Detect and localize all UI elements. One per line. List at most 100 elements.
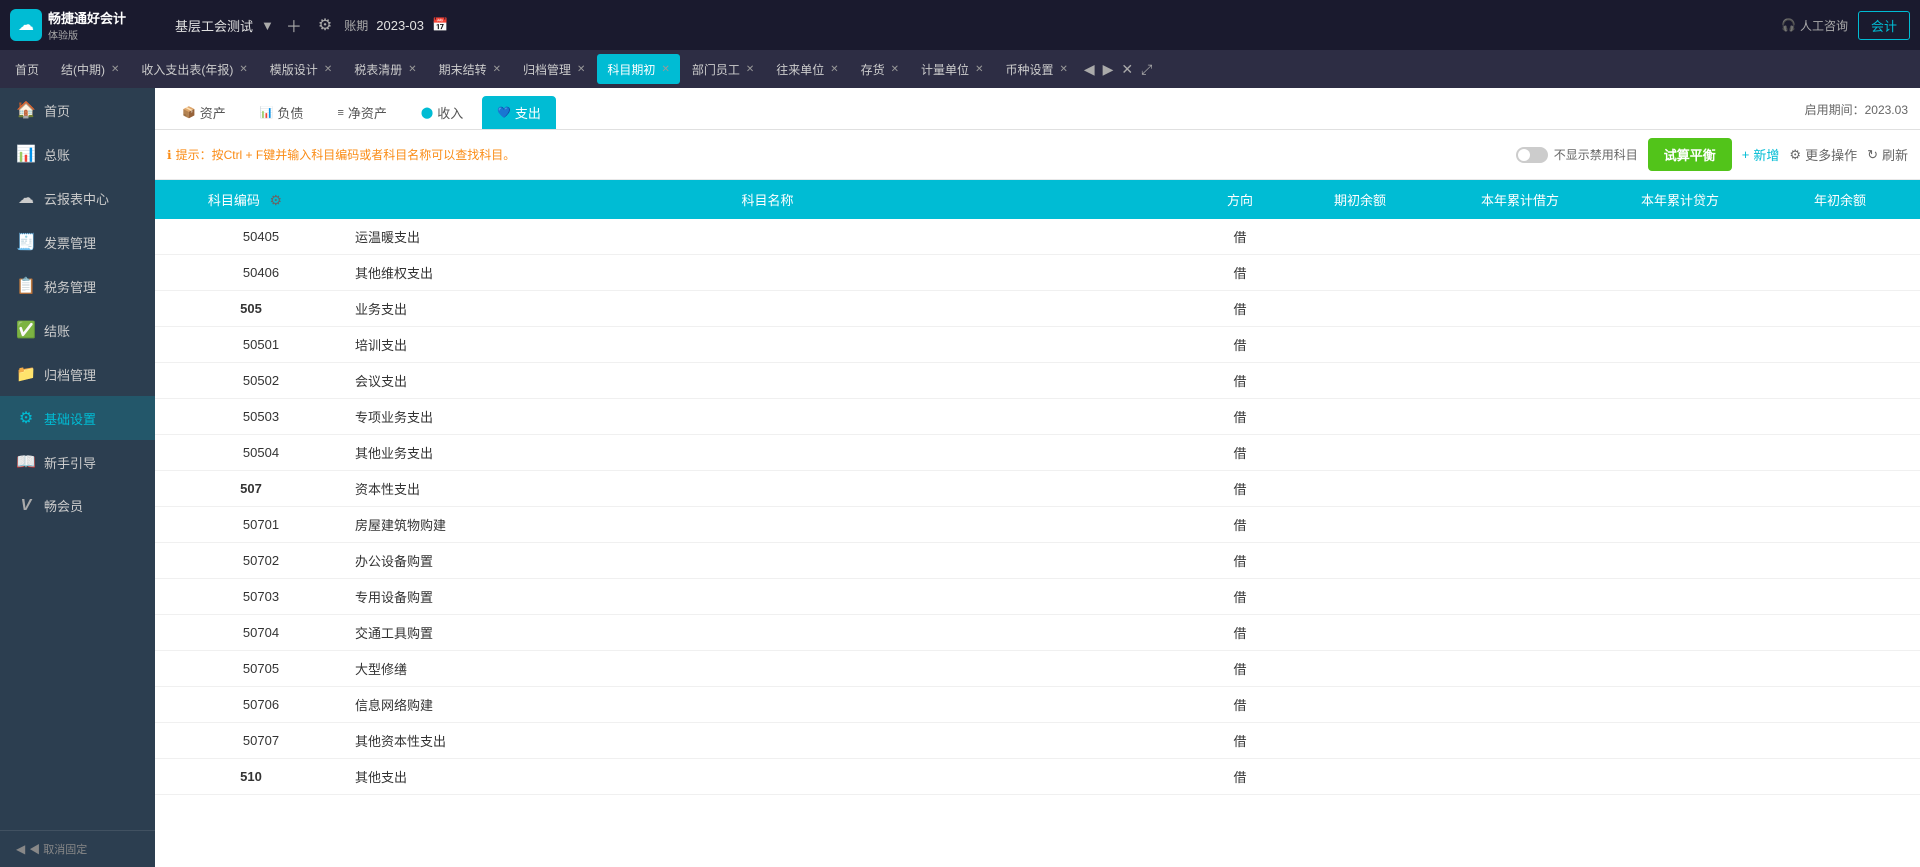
disable-toggle[interactable] bbox=[1516, 147, 1548, 163]
tab-next-btn[interactable]: ▶ bbox=[1099, 57, 1118, 82]
cell-code-15: 510 bbox=[155, 759, 335, 795]
tab-customer[interactable]: 往来单位 ✕ bbox=[766, 54, 848, 84]
balance-button[interactable]: 试算平衡 bbox=[1648, 138, 1732, 171]
tab-template-close[interactable]: ✕ bbox=[324, 64, 332, 75]
sub-tab-income[interactable]: ⬤ 收入 bbox=[406, 96, 478, 129]
sidebar-item-invoice[interactable]: 🧾 发票管理 bbox=[0, 220, 155, 264]
table-row[interactable]: 50405 运温暖支出 借 bbox=[155, 219, 1920, 255]
table-row[interactable]: 50702 办公设备购置 借 bbox=[155, 543, 1920, 579]
sidebar-item-ledger[interactable]: 📊 总账 bbox=[0, 132, 155, 176]
table-row[interactable]: 510 其他支出 借 bbox=[155, 759, 1920, 795]
tab-template[interactable]: 模版设计 ✕ bbox=[260, 54, 342, 84]
cell-ytd-credit-15 bbox=[1600, 759, 1760, 795]
table-row[interactable]: 50704 交通工具购置 借 bbox=[155, 615, 1920, 651]
cell-ytd-debit-12 bbox=[1440, 651, 1600, 687]
tab-currency-close[interactable]: ✕ bbox=[1059, 64, 1067, 75]
table-row[interactable]: 50501 培训支出 借 bbox=[155, 327, 1920, 363]
sidebar-item-guide[interactable]: 📖 新手引导 bbox=[0, 440, 155, 484]
table-row[interactable]: 50706 信息网络购建 借 bbox=[155, 687, 1920, 723]
customer-service-btn[interactable]: 🎧 人工咨询 bbox=[1781, 17, 1848, 34]
tab-annual[interactable]: 收入支出表(年报) ✕ bbox=[131, 54, 257, 84]
cell-ytd-debit-8 bbox=[1440, 507, 1600, 543]
account-button[interactable]: 会计 bbox=[1858, 11, 1910, 40]
tab-currency-label: 币种设置 bbox=[1005, 61, 1053, 78]
cell-name-3: 培训支出 bbox=[335, 327, 1200, 363]
sidebar-item-archive[interactable]: 📁 归档管理 bbox=[0, 352, 155, 396]
table-row[interactable]: 50705 大型修缮 借 bbox=[155, 651, 1920, 687]
cell-opening-6 bbox=[1280, 435, 1440, 471]
sidebar-collapse-btn[interactable]: ◀ ◀ 取消固定 bbox=[0, 830, 155, 867]
cell-ytd-debit-6 bbox=[1440, 435, 1600, 471]
cell-dir-13: 借 bbox=[1200, 687, 1280, 723]
home-icon: 🏠 bbox=[16, 100, 36, 120]
sub-tab-expense[interactable]: 💙 支出 bbox=[482, 96, 556, 129]
settings-icon[interactable]: ⚙ bbox=[314, 11, 336, 39]
tab-mid-period[interactable]: 结(中期) ✕ bbox=[51, 54, 129, 84]
sidebar-item-tax[interactable]: 📋 税务管理 bbox=[0, 264, 155, 308]
period-info: 启用期间：2023.03 bbox=[1805, 101, 1908, 124]
tab-archive[interactable]: 归档管理 ✕ bbox=[513, 54, 595, 84]
table-row[interactable]: 50504 其他业务支出 借 bbox=[155, 435, 1920, 471]
tab-dept-close[interactable]: ✕ bbox=[746, 64, 754, 75]
cell-name-13: 信息网络购建 bbox=[335, 687, 1200, 723]
code-settings-icon[interactable]: ⚙ bbox=[270, 192, 283, 208]
cell-code-11: 50704 bbox=[155, 615, 335, 651]
more-button[interactable]: ⚙ 更多操作 bbox=[1789, 145, 1857, 164]
table-row[interactable]: 507 资本性支出 借 bbox=[155, 471, 1920, 507]
tab-annual-close[interactable]: ✕ bbox=[239, 64, 247, 75]
table-row[interactable]: 50503 专项业务支出 借 bbox=[155, 399, 1920, 435]
cell-code-3: 50501 bbox=[155, 327, 335, 363]
cell-dir-9: 借 bbox=[1200, 543, 1280, 579]
tab-period-end[interactable]: 期末结转 ✕ bbox=[429, 54, 511, 84]
calendar-icon[interactable]: 📅 bbox=[432, 17, 448, 33]
cell-year-opening-11 bbox=[1760, 615, 1920, 651]
sidebar-item-close[interactable]: ✅ 结账 bbox=[0, 308, 155, 352]
company-dropdown[interactable]: ▼ bbox=[261, 18, 274, 33]
tab-close-all-btn[interactable]: ✕ bbox=[1117, 57, 1137, 82]
switch-thumb bbox=[1518, 149, 1530, 161]
add-button[interactable]: + 新增 bbox=[1742, 145, 1780, 164]
table-row[interactable]: 50502 会议支出 借 bbox=[155, 363, 1920, 399]
tab-archive-close[interactable]: ✕ bbox=[577, 64, 585, 75]
sub-tab-liability[interactable]: 📊 负债 bbox=[245, 96, 319, 129]
tab-mid-period-close[interactable]: ✕ bbox=[111, 64, 119, 75]
table-row[interactable]: 50707 其他资本性支出 借 bbox=[155, 723, 1920, 759]
tab-inventory[interactable]: 存货 ✕ bbox=[851, 54, 909, 84]
tab-inventory-close[interactable]: ✕ bbox=[891, 64, 899, 75]
table-row[interactable]: 50701 房屋建筑物购建 借 bbox=[155, 507, 1920, 543]
toolbar: ℹ 提示：按Ctrl + F键并输入科目编码或者科目名称可以查找科目。 不显示禁… bbox=[155, 130, 1920, 180]
sub-tab-asset[interactable]: 📦 资产 bbox=[167, 96, 241, 129]
tab-home[interactable]: 首页 bbox=[5, 54, 49, 84]
tab-subject-close[interactable]: ✕ bbox=[661, 64, 669, 75]
table-row[interactable]: 50703 专用设备购置 借 bbox=[155, 579, 1920, 615]
tab-tax[interactable]: 税表清册 ✕ bbox=[344, 54, 426, 84]
top-middle: 基层工会测试 ▼ ＋ ⚙ 账期 2023-03 📅 bbox=[165, 9, 1781, 41]
tab-prev-btn[interactable]: ◀ bbox=[1080, 57, 1099, 82]
company-name: 基层工会测试 bbox=[175, 16, 253, 35]
main-layout: 🏠 首页 📊 总账 ☁ 云报表中心 🧾 发票管理 📋 税务管理 ✅ 结账 bbox=[0, 88, 1920, 867]
sidebar-item-settings[interactable]: ⚙ 基础设置 bbox=[0, 396, 155, 440]
tab-unit[interactable]: 计量单位 ✕ bbox=[911, 54, 993, 84]
header-ytd-credit: 本年累计贷方 bbox=[1600, 180, 1760, 219]
tab-unit-close[interactable]: ✕ bbox=[975, 64, 983, 75]
sidebar-menu: 🏠 首页 📊 总账 ☁ 云报表中心 🧾 发票管理 📋 税务管理 ✅ 结账 bbox=[0, 88, 155, 830]
tab-currency[interactable]: 币种设置 ✕ bbox=[995, 54, 1077, 84]
cell-ytd-credit-11 bbox=[1600, 615, 1760, 651]
add-tab-btn[interactable]: ＋ bbox=[282, 9, 306, 41]
sidebar-item-cloud[interactable]: ☁ 云报表中心 bbox=[0, 176, 155, 220]
tab-period-end-close[interactable]: ✕ bbox=[493, 64, 501, 75]
tab-expand-btn[interactable]: ⤢ bbox=[1137, 57, 1156, 82]
table-row[interactable]: 505 业务支出 借 bbox=[155, 291, 1920, 327]
tab-subject[interactable]: 科目期初 ✕ bbox=[597, 54, 679, 84]
refresh-button[interactable]: ↻ 刷新 bbox=[1867, 145, 1908, 164]
table-row[interactable]: 50406 其他维权支出 借 bbox=[155, 255, 1920, 291]
tab-customer-close[interactable]: ✕ bbox=[830, 64, 838, 75]
cell-dir-1: 借 bbox=[1200, 255, 1280, 291]
sidebar-item-vip[interactable]: V 畅会员 bbox=[0, 484, 155, 527]
sub-tab-equity[interactable]: ≡ 净资产 bbox=[322, 96, 401, 129]
sidebar-item-home[interactable]: 🏠 首页 bbox=[0, 88, 155, 132]
tab-tax-close[interactable]: ✕ bbox=[408, 64, 416, 75]
cell-year-opening-2 bbox=[1760, 291, 1920, 327]
collapse-arrow-icon: ◀ bbox=[16, 842, 25, 856]
tab-dept[interactable]: 部门员工 ✕ bbox=[682, 54, 764, 84]
